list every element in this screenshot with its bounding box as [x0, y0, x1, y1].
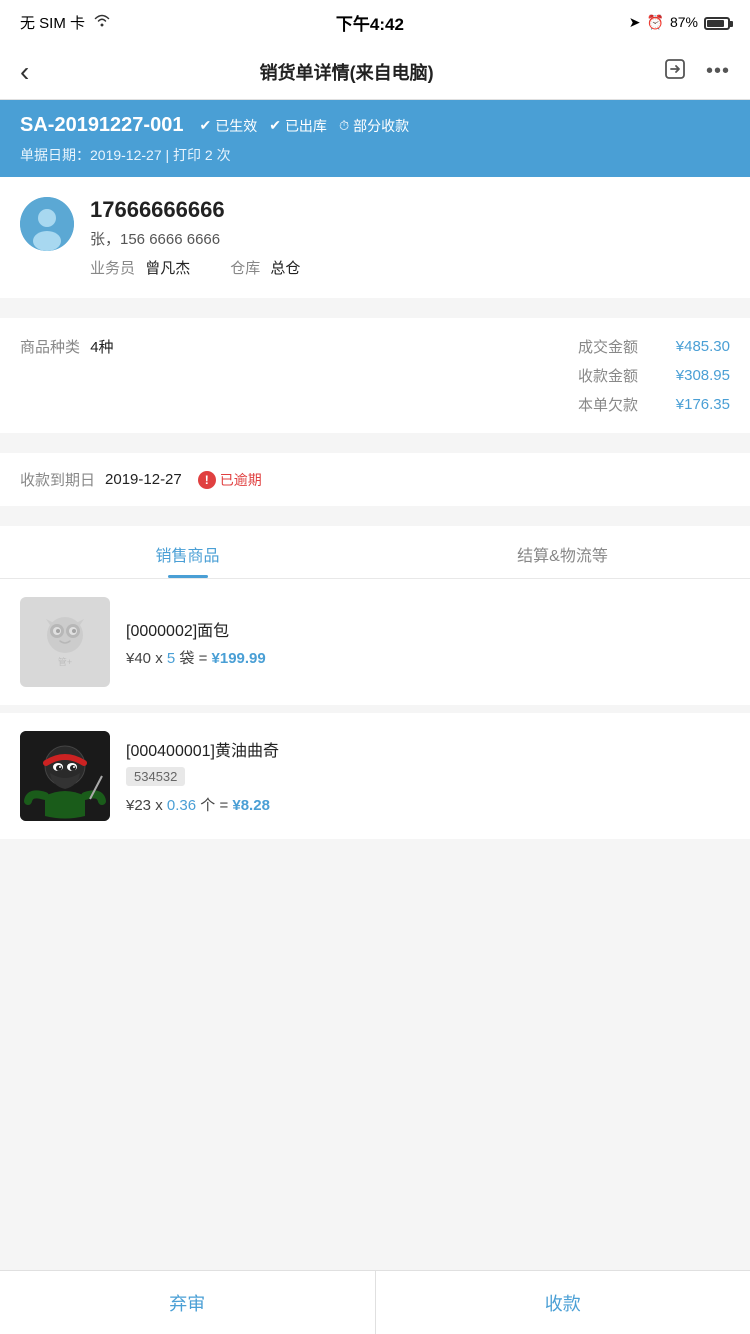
product-multiply-2: x	[155, 797, 167, 814]
bottom-bar: 弃审 收款	[0, 1270, 750, 1334]
received-label: 收款金额	[578, 365, 638, 386]
amount-row: 成交金额 ¥485.30	[578, 336, 730, 357]
amount-label: 成交金额	[578, 336, 638, 357]
summary-section: 商品种类 4种 成交金额 ¥485.30 收款金额 ¥308.95 本单欠款 ¥…	[0, 318, 750, 433]
debt-value: ¥176.35	[650, 396, 730, 413]
product-price-2: ¥23 x 0.36 个 = ¥8.28	[126, 794, 730, 815]
warehouse-label: 仓库	[230, 260, 260, 277]
check-icon-1: ✔	[199, 117, 211, 134]
salesperson-info: 业务员 曾凡杰	[90, 257, 190, 278]
product-equals-1: =	[199, 650, 212, 667]
back-icon: ‹	[20, 56, 29, 88]
product-qty-2: 0.36	[167, 797, 196, 814]
more-icon[interactable]: •••	[706, 60, 730, 83]
alarm-icon: ⏰	[647, 14, 664, 31]
due-date-value: 2019-12-27	[105, 471, 182, 488]
clock-icon: ⏱	[339, 118, 349, 134]
carrier-text: 无 SIM 卡	[20, 12, 85, 33]
customer-meta: 业务员 曾凡杰 仓库 总仓	[90, 257, 730, 278]
product-price-1: ¥40 x 5 袋 = ¥199.99	[126, 647, 730, 668]
status-right: ➤ ⏰ 87%	[629, 14, 730, 31]
status-badge-effective: ✔ 已生效	[199, 116, 257, 136]
summary-amounts: 成交金额 ¥485.30 收款金额 ¥308.95 本单欠款 ¥176.35	[578, 336, 730, 415]
status-time: 下午4:42	[336, 10, 404, 35]
product-thumbnail-2	[20, 731, 110, 821]
product-type-info: 商品种类 4种	[20, 336, 114, 357]
nav-actions: •••	[664, 58, 730, 86]
product-card: 管+ [0000002]面包 ¥40 x 5 袋 = ¥199.99	[0, 579, 750, 705]
share-icon[interactable]	[664, 58, 686, 86]
salesperson-label: 业务员	[90, 260, 135, 277]
product-unit-price-1: ¥40	[126, 650, 151, 667]
header-doc-date: 单据日期：2019-12-27 | 打印 2 次	[20, 145, 730, 165]
product-unit-1: 袋	[179, 650, 194, 667]
back-button[interactable]: ‹	[20, 56, 29, 88]
product-name-1: [0000002]面包	[126, 617, 730, 641]
amount-value: ¥485.30	[650, 338, 730, 355]
warehouse-value: 总仓	[270, 260, 300, 277]
product-multiply-1: x	[155, 650, 167, 667]
header-banner: SA-20191227-001 ✔ 已生效 ✔ 已出库 ⏱ 部分收款 单据日期：…	[0, 100, 750, 177]
product-total-2: ¥8.28	[232, 797, 270, 814]
tab-billing-logistics[interactable]: 结算&物流等	[375, 526, 750, 578]
status-badges: ✔ 已生效 ✔ 已出库 ⏱ 部分收款	[199, 116, 409, 136]
product-equals-2: =	[219, 797, 232, 814]
product-total-1: ¥199.99	[212, 650, 266, 667]
products-section: 管+ [0000002]面包 ¥40 x 5 袋 = ¥199.99	[0, 579, 750, 921]
overdue-text: 已逾期	[220, 470, 262, 490]
location-icon: ➤	[629, 14, 641, 31]
nav-bar: ‹ 销货单详情(来自电脑) •••	[0, 44, 750, 100]
tab-billing-label: 结算&物流等	[517, 548, 608, 565]
status-bar: 无 SIM 卡 下午4:42 ➤ ⏰ 87%	[0, 0, 750, 44]
collect-label: 收款	[545, 1290, 581, 1316]
product-unit-price-2: ¥23	[126, 797, 151, 814]
product-unit-2: 个	[200, 797, 215, 814]
wifi-icon	[93, 13, 111, 31]
product-thumbnail-1: 管+	[20, 597, 110, 687]
customer-phone: 17666666666	[90, 197, 730, 223]
divider-2	[0, 433, 750, 443]
product-card: [000400001]黄油曲奇 534532 ¥23 x 0.36 个 = ¥8…	[0, 713, 750, 839]
status-left: 无 SIM 卡	[20, 12, 111, 33]
cancel-review-button[interactable]: 弃审	[0, 1271, 376, 1334]
product-type-count: 4种	[90, 339, 113, 356]
product-name-2: [000400001]黄油曲奇	[126, 737, 730, 761]
received-row: 收款金额 ¥308.95	[578, 365, 730, 386]
due-date-section: 收款到期日 2019-12-27 ! 已逾期	[0, 453, 750, 506]
due-label: 收款到期日	[20, 469, 95, 490]
tab-sales-label: 销售商品	[155, 548, 219, 565]
overdue-badge: ! 已逾期	[198, 470, 262, 490]
divider-3	[0, 506, 750, 516]
divider-1	[0, 298, 750, 308]
status-badge-shipped: ✔ 已出库	[269, 116, 327, 136]
warehouse-info: 仓库 总仓	[230, 257, 300, 278]
avatar	[20, 197, 74, 251]
battery-icon	[704, 14, 730, 30]
product-qty-1: 5	[167, 650, 175, 667]
customer-name: 张，156 6666 6666	[90, 228, 730, 249]
page-title: 销货单详情(来自电脑)	[260, 59, 434, 85]
svg-text:管+: 管+	[58, 656, 72, 667]
tabs-section: 销售商品 结算&物流等	[0, 526, 750, 579]
check-icon-2: ✔	[269, 117, 281, 134]
battery-percent: 87%	[670, 14, 698, 30]
collect-payment-button[interactable]: 收款	[376, 1271, 750, 1334]
product-info-1: [0000002]面包 ¥40 x 5 袋 = ¥199.99	[126, 617, 730, 668]
bottom-spacer	[0, 847, 750, 921]
salesperson-value: 曾凡杰	[145, 260, 190, 277]
status-badge-partial: ⏱ 部分收款	[339, 116, 409, 136]
product-type-label: 商品种类	[20, 339, 80, 356]
customer-info: 17666666666 张，156 6666 6666 业务员 曾凡杰 仓库 总…	[90, 197, 730, 278]
overdue-dot-icon: !	[198, 471, 216, 489]
product-info-2: [000400001]黄油曲奇 534532 ¥23 x 0.36 个 = ¥8…	[126, 737, 730, 815]
order-id: SA-20191227-001	[20, 114, 183, 137]
product-sku-2: 534532	[126, 767, 185, 786]
tabs-row: 销售商品 结算&物流等	[0, 526, 750, 578]
customer-section: 17666666666 张，156 6666 6666 业务员 曾凡杰 仓库 总…	[0, 177, 750, 298]
tab-sales-products[interactable]: 销售商品	[0, 526, 375, 578]
received-value: ¥308.95	[650, 367, 730, 384]
debt-row: 本单欠款 ¥176.35	[578, 394, 730, 415]
cancel-label: 弃审	[169, 1290, 205, 1316]
debt-label: 本单欠款	[578, 394, 638, 415]
